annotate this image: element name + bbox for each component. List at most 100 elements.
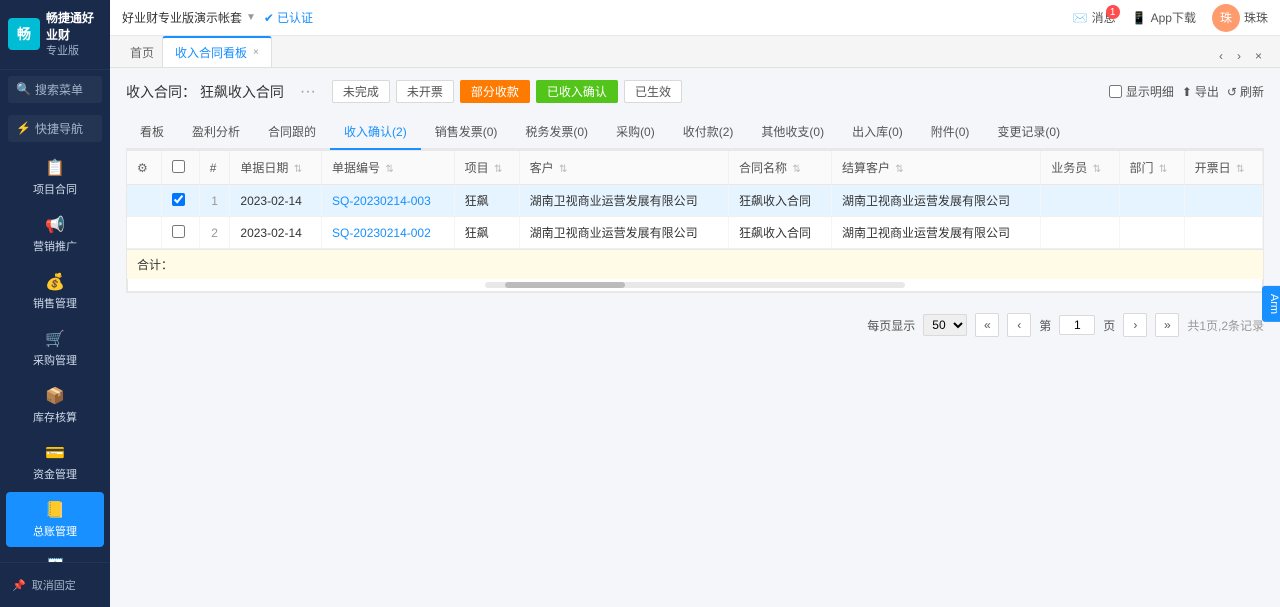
status-effective[interactable]: 已生效 (624, 80, 682, 103)
col-project[interactable]: 项目 ⇅ (454, 151, 519, 185)
sub-tab-purchase[interactable]: 采购(0) (602, 115, 669, 150)
tab-bar: 首页 收入合同看板 × ‹ › × (110, 36, 1280, 68)
message-action[interactable]: ✉️ 消息 1 (1073, 9, 1116, 26)
inventory-icon: 📦 (45, 386, 65, 406)
unpin-button[interactable]: 📌 取消固定 (8, 571, 102, 599)
right-float-action[interactable]: Arm (1262, 285, 1280, 321)
cell-settings-2 (127, 217, 162, 249)
table-footer: 合计： (127, 249, 1263, 279)
cell-code-1[interactable]: SQ-20230214-003 (322, 185, 455, 217)
next-page-button[interactable]: › (1123, 313, 1147, 337)
doc-link-2[interactable]: SQ-20230214-002 (332, 226, 431, 240)
tab-close-icon[interactable]: × (253, 47, 259, 58)
export-button[interactable]: ⬆ 导出 (1182, 83, 1219, 100)
last-page-button[interactable]: » (1155, 313, 1179, 337)
cell-date-1: 2023-02-14 (230, 185, 322, 217)
more-options-button[interactable]: ··· (296, 83, 320, 101)
horizontal-scroll[interactable] (127, 279, 1263, 292)
sidebar-search-area[interactable]: 🔍 搜索菜单 (0, 70, 110, 109)
page-body: 收入合同： 狂飙收入合同 ··· 未完成 未开票 部分收款 已收入确认 已生效 … (110, 68, 1280, 305)
sub-tab-profit[interactable]: 盈利分析 (178, 115, 254, 150)
status-partial-payment[interactable]: 部分收款 (460, 80, 530, 103)
company-name: 好业财专业版演示帐套 (122, 9, 242, 26)
status-income-confirmed[interactable]: 已收入确认 (536, 80, 618, 103)
sidebar-item-inventory[interactable]: 📦 库存核算 (6, 378, 104, 433)
cell-department-2 (1119, 217, 1184, 249)
row2-checkbox[interactable] (172, 225, 185, 238)
contract-sort-icon: ⇅ (792, 164, 800, 175)
page-title: 收入合同： 狂飙收入合同 (126, 82, 284, 102)
prev-page-button[interactable]: ‹ (1007, 313, 1031, 337)
sub-tab-contract-track[interactable]: 合同跟的 (254, 115, 330, 150)
table-row[interactable]: 2 2023-02-14 SQ-20230214-002 狂飙 湖南卫视商业运营… (127, 217, 1263, 249)
page-number-input[interactable] (1059, 315, 1095, 335)
tab-close-all[interactable]: × (1249, 45, 1268, 67)
col-date[interactable]: 单据日期 ⇅ (230, 151, 322, 185)
sub-tab-tax-invoice[interactable]: 税务发票(0) (511, 115, 602, 150)
tab-prev-arrow[interactable]: ‹ (1213, 45, 1229, 67)
user-profile[interactable]: 珠 珠珠 (1212, 4, 1268, 32)
refresh-icon: ↺ (1227, 85, 1237, 99)
scroll-thumb[interactable] (505, 282, 625, 288)
cell-code-2[interactable]: SQ-20230214-002 (322, 217, 455, 249)
cell-checkbox-1[interactable] (162, 185, 200, 217)
sidebar-item-marketing[interactable]: 📢 营销推广 (6, 207, 104, 262)
status-uninvoiced[interactable]: 未开票 (396, 80, 454, 103)
table-row[interactable]: 1 2023-02-14 SQ-20230214-003 狂飙 湖南卫视商业运营… (127, 185, 1263, 217)
per-page-select[interactable]: 50 (923, 314, 967, 336)
row1-checkbox[interactable] (172, 193, 185, 206)
capital-icon: 💳 (45, 443, 65, 463)
company-dropdown-arrow: ▼ (246, 12, 256, 23)
sidebar-item-general-ledger[interactable]: 📒 总账管理 (6, 492, 104, 547)
topbar: 好业财专业版演示帐套 ▼ ✔ 已认证 ✉️ 消息 1 📱 App下载 珠 珠珠 (110, 0, 1280, 36)
sub-tab-attachments[interactable]: 附件(0) (917, 115, 984, 150)
col-salesperson[interactable]: 业务员 ⇅ (1041, 151, 1119, 185)
cell-checkbox-2[interactable] (162, 217, 200, 249)
refresh-button[interactable]: ↺ 刷新 (1227, 83, 1264, 100)
tab-next-arrow[interactable]: › (1231, 45, 1247, 67)
settings-icon[interactable]: ⚙ (137, 161, 148, 175)
sub-tab-warehouse[interactable]: 出入库(0) (838, 115, 917, 150)
notification-dot: 1 (1106, 5, 1120, 19)
show-detail-checkbox[interactable] (1109, 85, 1122, 98)
app-download-action[interactable]: 📱 App下载 (1132, 9, 1196, 26)
open-date-sort-icon: ⇅ (1236, 164, 1244, 175)
company-selector[interactable]: 好业财专业版演示帐套 ▼ (122, 9, 256, 26)
col-settlement-customer[interactable]: 结算客户 ⇅ (831, 151, 1040, 185)
search-menu-button[interactable]: 🔍 搜索菜单 (8, 76, 102, 103)
message-icon: ✉️ (1073, 11, 1088, 25)
sub-tab-income-confirm[interactable]: 收入确认(2) (330, 115, 421, 150)
col-customer[interactable]: 客户 ⇅ (519, 151, 728, 185)
page-header: 收入合同： 狂飙收入合同 ··· 未完成 未开票 部分收款 已收入确认 已生效 … (126, 80, 1264, 103)
tab-home[interactable]: 首页 (122, 38, 162, 67)
sidebar-item-capital[interactable]: 💳 资金管理 (6, 435, 104, 490)
quick-nav-button[interactable]: ⚡ 快捷导航 (8, 115, 102, 142)
col-settings[interactable]: ⚙ (127, 151, 162, 185)
sidebar-item-sales[interactable]: 💰 销售管理 (6, 264, 104, 319)
col-number: # (199, 151, 230, 185)
col-contract-name[interactable]: 合同名称 ⇅ (728, 151, 831, 185)
sidebar-item-invoice[interactable]: 🧾 发票管理 (6, 549, 104, 562)
doc-link-1[interactable]: SQ-20230214-003 (332, 194, 431, 208)
sub-tab-payment[interactable]: 收付款(2) (669, 115, 748, 150)
sub-tab-change-log[interactable]: 变更记录(0) (983, 115, 1074, 150)
col-open-date[interactable]: 开票日 ⇅ (1184, 151, 1262, 185)
quick-nav-area[interactable]: ⚡ 快捷导航 (0, 109, 110, 148)
cell-settlement-2: 湖南卫视商业运营发展有限公司 (831, 217, 1040, 249)
show-detail-checkbox-label[interactable]: 显示明细 (1109, 83, 1174, 100)
main-area: 好业财专业版演示帐套 ▼ ✔ 已认证 ✉️ 消息 1 📱 App下载 珠 珠珠 (110, 0, 1280, 607)
sub-tab-sales-invoice[interactable]: 销售发票(0) (421, 115, 512, 150)
sub-tab-bar: 看板 盈利分析 合同跟的 收入确认(2) 销售发票(0) 税务发票(0) 采购(… (126, 115, 1264, 150)
sub-tab-dashboard[interactable]: 看板 (126, 115, 178, 150)
sidebar-item-purchase[interactable]: 🛒 采购管理 (6, 321, 104, 376)
sidebar-item-project-contract[interactable]: 📋 项目合同 (6, 150, 104, 205)
sales-icon: 💰 (45, 272, 65, 292)
select-all-checkbox[interactable] (172, 160, 185, 173)
sub-tab-other-income[interactable]: 其他收支(0) (747, 115, 838, 150)
first-page-button[interactable]: « (975, 313, 999, 337)
tab-income-contract-board[interactable]: 收入合同看板 × (162, 36, 272, 67)
col-department[interactable]: 部门 ⇅ (1119, 151, 1184, 185)
status-incomplete[interactable]: 未完成 (332, 80, 390, 103)
col-code[interactable]: 单据编号 ⇅ (322, 151, 455, 185)
col-checkbox[interactable] (162, 151, 200, 185)
